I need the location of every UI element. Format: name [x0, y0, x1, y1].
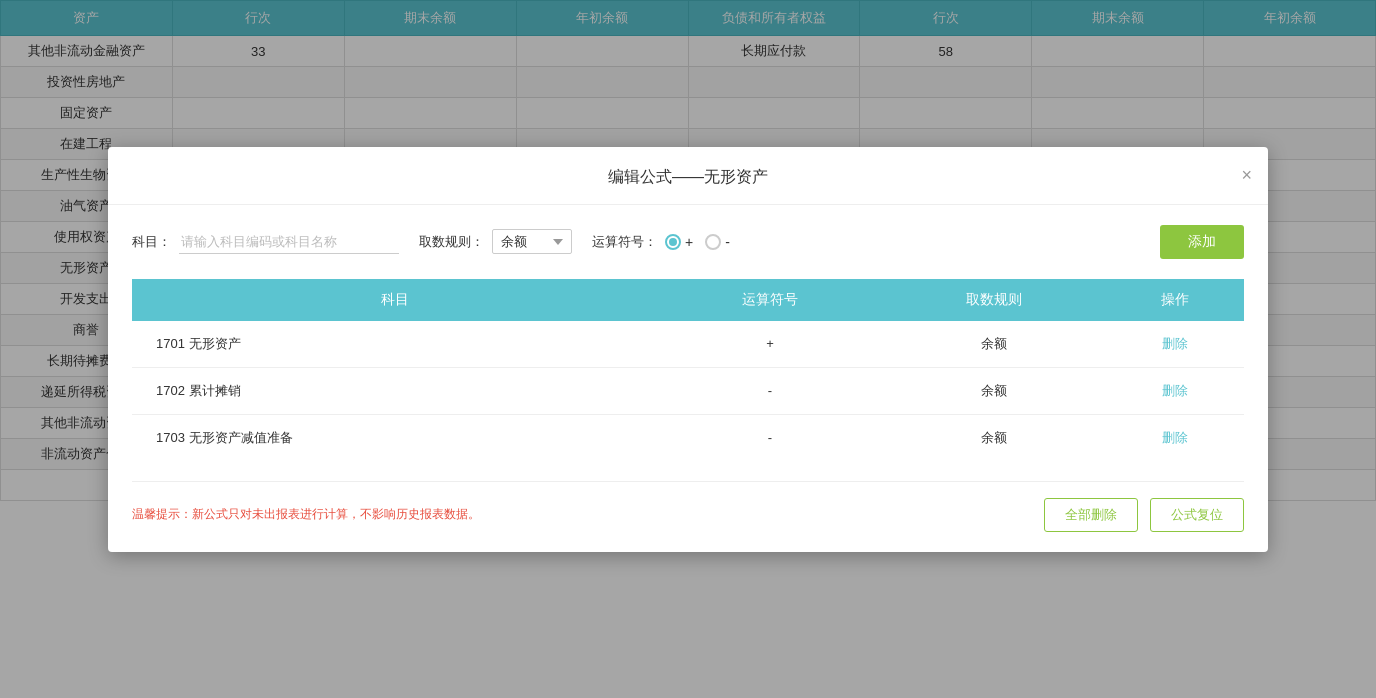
formula-table: 科目 运算符号 取数规则 操作 1701 无形资产+余额删除1702 累计摊销-…: [132, 279, 1244, 461]
rule-group: 取数规则： 余额 借方 贷方: [419, 229, 572, 254]
form-row: 科目： 取数规则： 余额 借方 贷方 运算符号：: [132, 225, 1244, 259]
modal-title: 编辑公式——无形资产: [608, 168, 768, 185]
table-header-operator: 运算符号: [658, 279, 883, 321]
rule-select[interactable]: 余额 借方 贷方: [492, 229, 572, 254]
operator-radio-group: + -: [665, 234, 730, 250]
delete-row-button[interactable]: 删除: [1162, 429, 1188, 447]
operator-label: 运算符号：: [592, 233, 657, 251]
footer-tip-text: 温馨提示：新公式只对未出报表进行计算，不影响历史报表数据。: [132, 507, 480, 521]
radio-plus-label: +: [685, 234, 693, 250]
rule-label: 取数规则：: [419, 233, 484, 251]
radio-plus[interactable]: +: [665, 234, 693, 250]
cell-action: 删除: [1107, 321, 1244, 368]
footer-tip: 温馨提示：新公式只对未出报表进行计算，不影响历史报表数据。: [132, 506, 480, 523]
cell-rule: 余额: [882, 414, 1107, 461]
subject-label: 科目：: [132, 233, 171, 251]
delete-all-button[interactable]: 全部删除: [1044, 498, 1138, 532]
cell-subject: 1701 无形资产: [132, 321, 658, 368]
subject-input[interactable]: [179, 230, 399, 254]
modal-overlay: 编辑公式——无形资产 × 科目： 取数规则： 余额 借方 贷方: [0, 0, 1376, 698]
modal-close-button[interactable]: ×: [1241, 166, 1252, 184]
cell-action: 删除: [1107, 414, 1244, 461]
modal-header: 编辑公式——无形资产 ×: [108, 147, 1268, 205]
table-header-subject: 科目: [132, 279, 658, 321]
add-button[interactable]: 添加: [1160, 225, 1244, 259]
table-header-action: 操作: [1107, 279, 1244, 321]
delete-row-button[interactable]: 删除: [1162, 382, 1188, 400]
radio-minus[interactable]: -: [705, 234, 730, 250]
cell-operator: +: [658, 321, 883, 368]
radio-minus-label: -: [725, 234, 730, 250]
footer-buttons: 全部删除 公式复位: [1044, 498, 1244, 532]
cell-action: 删除: [1107, 367, 1244, 414]
modal-body: 科目： 取数规则： 余额 借方 贷方 运算符号：: [108, 205, 1268, 481]
reset-button[interactable]: 公式复位: [1150, 498, 1244, 532]
modal-footer: 温馨提示：新公式只对未出报表进行计算，不影响历史报表数据。 全部删除 公式复位: [108, 482, 1268, 552]
table-row: 1703 无形资产减值准备-余额 删除: [132, 414, 1244, 461]
modal-dialog: 编辑公式——无形资产 × 科目： 取数规则： 余额 借方 贷方: [108, 147, 1268, 552]
radio-minus-circle: [705, 234, 721, 250]
cell-rule: 余额: [882, 321, 1107, 368]
cell-rule: 余额: [882, 367, 1107, 414]
table-row: 1702 累计摊销-余额 删除: [132, 367, 1244, 414]
cell-subject: 1702 累计摊销: [132, 367, 658, 414]
radio-plus-circle: [665, 234, 681, 250]
cell-subject: 1703 无形资产减值准备: [132, 414, 658, 461]
cell-operator: -: [658, 367, 883, 414]
cell-operator: -: [658, 414, 883, 461]
table-header-rule: 取数规则: [882, 279, 1107, 321]
operator-group: 运算符号： + -: [592, 233, 730, 251]
delete-row-button[interactable]: 删除: [1162, 335, 1188, 353]
table-row: 1701 无形资产+余额 删除: [132, 321, 1244, 368]
subject-group: 科目：: [132, 230, 399, 254]
